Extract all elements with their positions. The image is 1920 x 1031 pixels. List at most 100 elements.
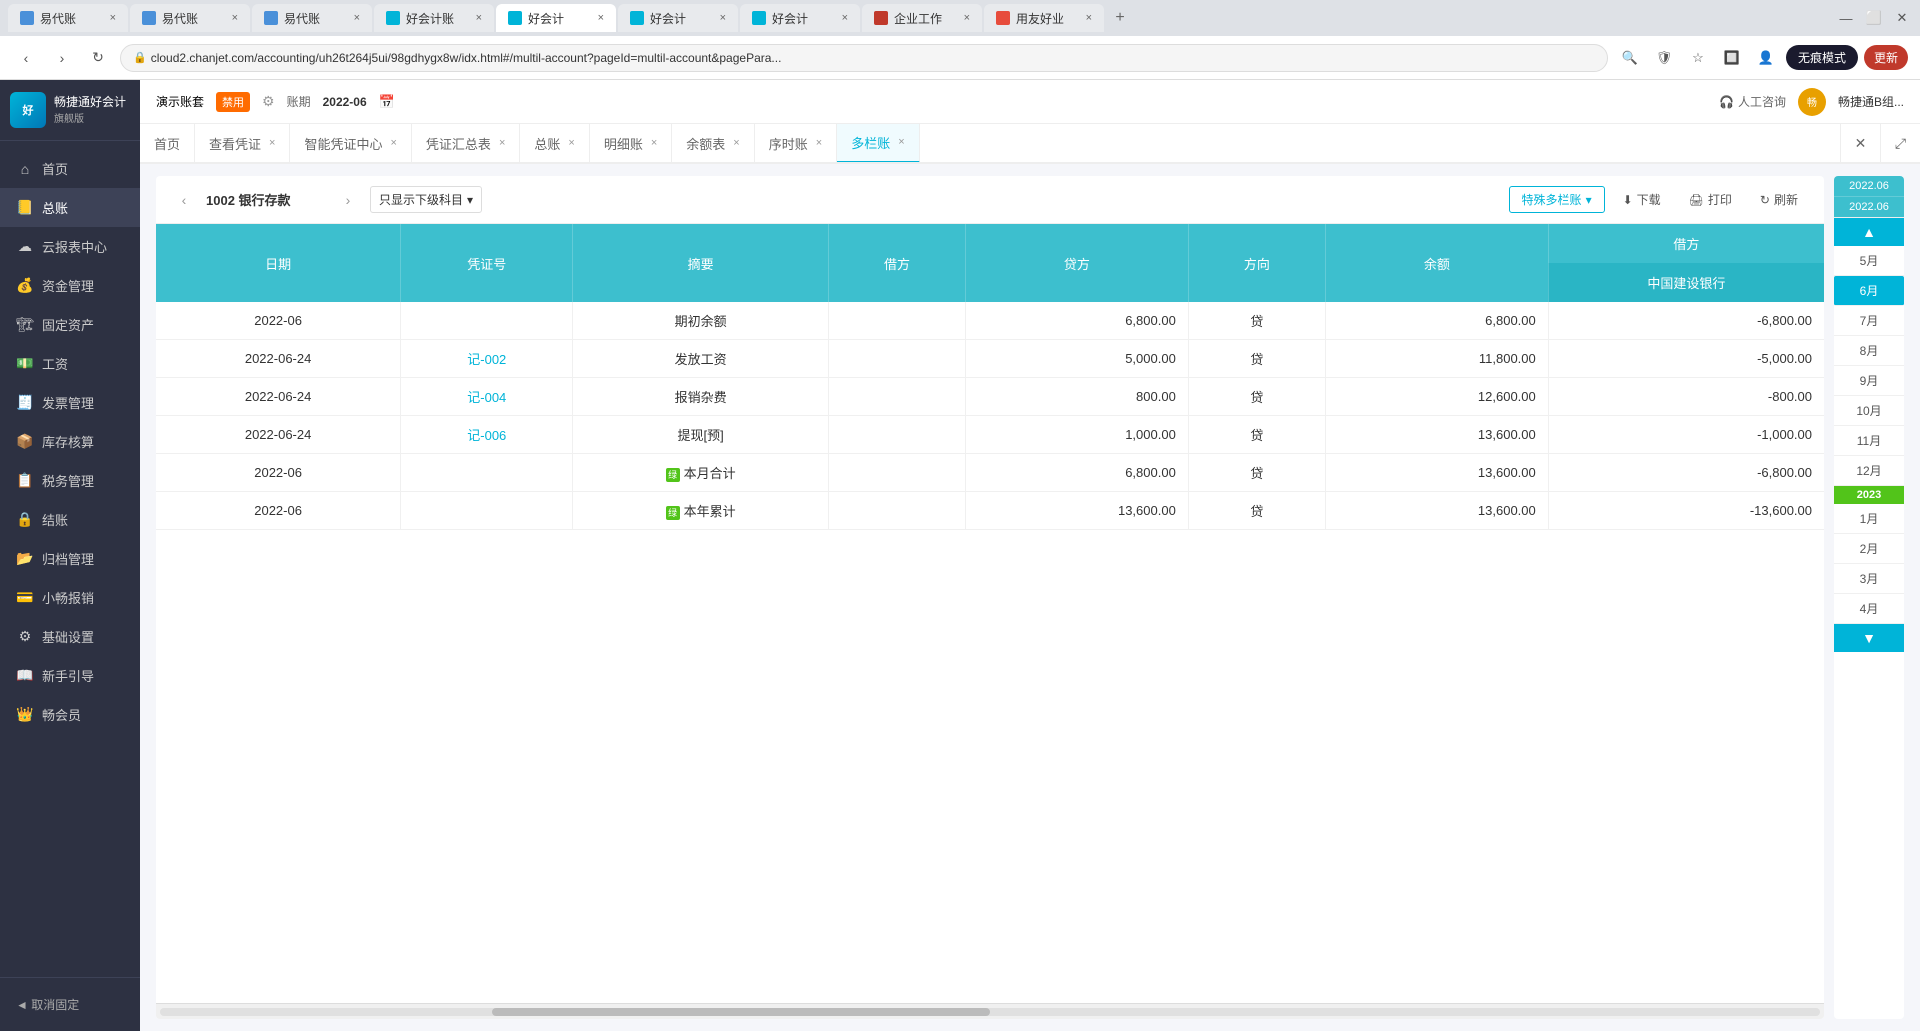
- tab-close-2[interactable]: ×: [232, 12, 238, 24]
- time-item-september[interactable]: 9月: [1834, 366, 1904, 396]
- tab-close-journal[interactable]: ×: [816, 137, 822, 149]
- sidebar-item-payroll[interactable]: 💵 工资: [0, 344, 140, 383]
- browser-tab-4[interactable]: 好会计账 ×: [374, 4, 494, 32]
- tab-close-4[interactable]: ×: [476, 12, 482, 24]
- back-button[interactable]: ‹: [12, 44, 40, 72]
- browser-tab-7[interactable]: 好会计 ×: [740, 4, 860, 32]
- star-icon[interactable]: ☆: [1684, 44, 1712, 72]
- tab-close-multi-column[interactable]: ×: [898, 136, 904, 148]
- tab-close-3[interactable]: ×: [354, 12, 360, 24]
- reload-button[interactable]: ↻: [84, 44, 112, 72]
- sidebar-item-settings[interactable]: ⚙ 基础设置: [0, 617, 140, 656]
- download-button[interactable]: ⬇ 下载: [1613, 187, 1671, 212]
- url-input[interactable]: 🔒 cloud2.chanjet.com/accounting/uh26t264…: [120, 44, 1608, 72]
- time-scroll-up-button[interactable]: ▲: [1834, 218, 1904, 246]
- sidebar-item-member[interactable]: 👑 畅会员: [0, 695, 140, 734]
- extensions-icon[interactable]: 🔲: [1718, 44, 1746, 72]
- sidebar-item-tax[interactable]: 📋 税务管理: [0, 461, 140, 500]
- tab-close-detail-ledger[interactable]: ×: [651, 137, 657, 149]
- sidebar-item-expense[interactable]: 💳 小畅报销: [0, 578, 140, 617]
- tab-close-5[interactable]: ×: [598, 12, 604, 24]
- time-item-jan2023[interactable]: 1月: [1834, 504, 1904, 534]
- sidebar-logo: 好 畅捷通好会计 旗舰版: [0, 80, 140, 141]
- tab-view-voucher[interactable]: 查看凭证 ×: [195, 124, 290, 163]
- sidebar-item-inventory[interactable]: 📦 库存核算: [0, 422, 140, 461]
- tab-balance-sheet[interactable]: 余额表 ×: [672, 124, 754, 163]
- time-item-july[interactable]: 7月: [1834, 306, 1904, 336]
- cell-voucher-link[interactable]: 记-004: [401, 378, 573, 416]
- close-tab-button[interactable]: ✕: [1840, 124, 1880, 163]
- tab-home[interactable]: 首页: [140, 124, 195, 163]
- forward-button[interactable]: ›: [48, 44, 76, 72]
- browser-tab-9[interactable]: 用友好业 ×: [984, 4, 1104, 32]
- sidebar-item-guide[interactable]: 📖 新手引导: [0, 656, 140, 695]
- tab-close-view-voucher[interactable]: ×: [269, 137, 275, 149]
- search-icon[interactable]: 🔍: [1616, 44, 1644, 72]
- time-item-mar2023[interactable]: 3月: [1834, 564, 1904, 594]
- expand-tab-button[interactable]: ⤢: [1880, 124, 1920, 163]
- cell-voucher-link[interactable]: 记-002: [401, 340, 573, 378]
- tab-close-9[interactable]: ×: [1086, 12, 1092, 24]
- horizontal-scrollbar[interactable]: [156, 1003, 1824, 1019]
- tab-close-balance-sheet[interactable]: ×: [733, 137, 739, 149]
- sidebar-item-home[interactable]: ⌂ 首页: [0, 149, 140, 188]
- tab-detail-ledger[interactable]: 明细账 ×: [590, 124, 672, 163]
- filter-dropdown[interactable]: 只显示下级科目 ▾: [370, 186, 482, 213]
- tab-general-ledger[interactable]: 总账 ×: [520, 124, 589, 163]
- sidebar-item-assets[interactable]: 🏗 固定资产: [0, 305, 140, 344]
- shield-icon[interactable]: 🛡: [1650, 44, 1678, 72]
- tab-voucher-summary[interactable]: 凭证汇总表 ×: [412, 124, 520, 163]
- minimize-button[interactable]: —: [1836, 8, 1856, 28]
- period-label: 账期: [287, 93, 311, 110]
- browser-tab-5[interactable]: 好会计 ×: [496, 4, 616, 32]
- sidebar-item-invoice[interactable]: 🧾 发票管理: [0, 383, 140, 422]
- tab-close-8[interactable]: ×: [964, 12, 970, 24]
- time-item-august[interactable]: 8月: [1834, 336, 1904, 366]
- next-account-button[interactable]: ›: [336, 188, 360, 212]
- browser-tab-3[interactable]: 易代账 ×: [252, 4, 372, 32]
- sidebar-item-general-ledger[interactable]: 📒 总账: [0, 188, 140, 227]
- tab-multi-column[interactable]: 多栏账 ×: [837, 124, 919, 163]
- print-button[interactable]: 🖨 打印: [1679, 187, 1742, 212]
- sidebar-item-funds[interactable]: 💰 资金管理: [0, 266, 140, 305]
- scrollbar-thumb[interactable]: [492, 1008, 990, 1016]
- prev-account-button[interactable]: ‹: [172, 188, 196, 212]
- time-item-december[interactable]: 12月: [1834, 456, 1904, 486]
- time-item-june[interactable]: 6月: [1834, 276, 1904, 306]
- refresh-button[interactable]: ↻ 刷新: [1750, 187, 1808, 212]
- tab-close-6[interactable]: ×: [720, 12, 726, 24]
- browser-tab-2[interactable]: 易代账 ×: [130, 4, 250, 32]
- time-item-november[interactable]: 11月: [1834, 426, 1904, 456]
- browser-tab-8[interactable]: 企业工作 ×: [862, 4, 982, 32]
- time-item-apr2023[interactable]: 4月: [1834, 594, 1904, 624]
- tab-close-smart-voucher[interactable]: ×: [390, 137, 396, 149]
- dropdown-icon: ▾: [1586, 193, 1592, 207]
- unpin-button[interactable]: ◄ 取消固定: [16, 988, 124, 1021]
- close-window-button[interactable]: ✕: [1892, 8, 1912, 28]
- calendar-icon[interactable]: 📅: [379, 94, 395, 110]
- browser-tab-1[interactable]: 易代账 ×: [8, 4, 128, 32]
- sidebar-item-close[interactable]: 🔒 结账: [0, 500, 140, 539]
- tab-close-voucher-summary[interactable]: ×: [499, 137, 505, 149]
- tab-close-7[interactable]: ×: [842, 12, 848, 24]
- update-button[interactable]: 更新: [1864, 45, 1908, 70]
- sidebar-item-archive[interactable]: 📂 归档管理: [0, 539, 140, 578]
- browser-tab-6[interactable]: 好会计 ×: [618, 4, 738, 32]
- time-item-october[interactable]: 10月: [1834, 396, 1904, 426]
- tab-journal[interactable]: 序时账 ×: [755, 124, 837, 163]
- settings-gear-icon[interactable]: ⚙: [262, 93, 275, 110]
- tab-close-general-ledger[interactable]: ×: [568, 137, 574, 149]
- profile-icon[interactable]: 👤: [1752, 44, 1780, 72]
- special-column-button[interactable]: 特殊多栏账 ▾: [1509, 186, 1605, 213]
- time-item-may[interactable]: 5月: [1834, 246, 1904, 276]
- consult-button[interactable]: 🎧 人工咨询: [1719, 93, 1786, 110]
- tab-smart-voucher[interactable]: 智能凭证中心 ×: [290, 124, 411, 163]
- tab-close-1[interactable]: ×: [110, 12, 116, 24]
- time-item-feb2023[interactable]: 2月: [1834, 534, 1904, 564]
- maximize-button[interactable]: ⬜: [1864, 8, 1884, 28]
- new-tab-button[interactable]: +: [1106, 4, 1134, 32]
- wuhen-mode-button[interactable]: 无痕模式: [1786, 45, 1858, 70]
- cell-voucher-link[interactable]: 记-006: [401, 416, 573, 454]
- sidebar-item-reports[interactable]: ☁ 云报表中心: [0, 227, 140, 266]
- time-scroll-down-button[interactable]: ▼: [1834, 624, 1904, 652]
